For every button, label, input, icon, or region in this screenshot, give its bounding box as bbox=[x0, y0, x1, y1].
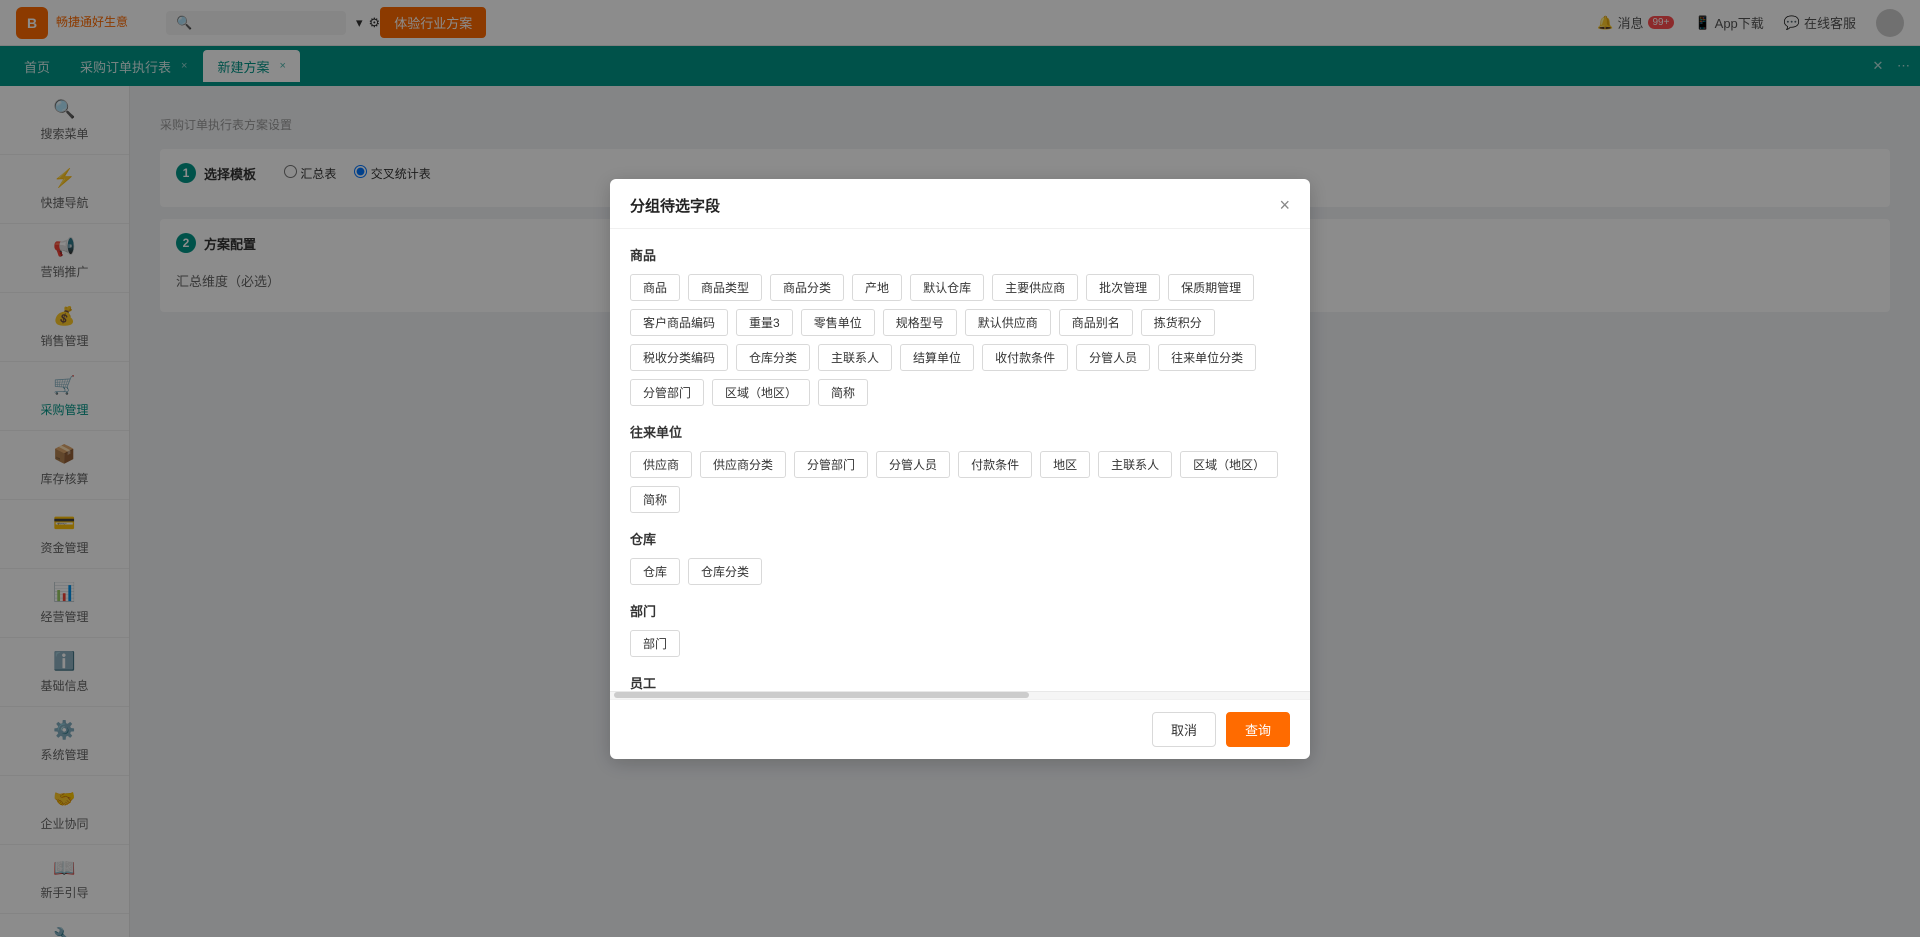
modal-overlay: 分组待选字段 × 商品 商品 商品类型 商品分类 产地 默认仓库 主要供应商 批… bbox=[0, 0, 1920, 937]
confirm-button[interactable]: 查询 bbox=[1226, 712, 1290, 747]
field-tag[interactable]: 往来单位分类 bbox=[1158, 344, 1256, 371]
section-department: 部门 部门 bbox=[630, 601, 1290, 657]
modal-body: 商品 商品 商品类型 商品分类 产地 默认仓库 主要供应商 批次管理 保质期管理… bbox=[610, 229, 1310, 692]
field-tag[interactable]: 结算单位 bbox=[900, 344, 974, 371]
field-tag[interactable]: 商品分类 bbox=[770, 274, 844, 301]
field-tag[interactable]: 分管部门 bbox=[630, 379, 704, 406]
field-tag[interactable]: 部门 bbox=[630, 630, 680, 657]
field-tag[interactable]: 默认供应商 bbox=[965, 309, 1051, 336]
field-tag[interactable]: 收付款条件 bbox=[982, 344, 1068, 371]
section-goods-title: 商品 bbox=[630, 245, 1290, 264]
section-department-tags: 部门 bbox=[630, 630, 1290, 657]
modal-header: 分组待选字段 × bbox=[610, 179, 1310, 229]
field-tag[interactable]: 主联系人 bbox=[818, 344, 892, 371]
section-employee-title: 员工 bbox=[630, 673, 1290, 692]
cancel-button[interactable]: 取消 bbox=[1152, 712, 1216, 747]
field-tag[interactable]: 仓库分类 bbox=[688, 558, 762, 585]
field-tag[interactable]: 仓库分类 bbox=[736, 344, 810, 371]
modal-dialog: 分组待选字段 × 商品 商品 商品类型 商品分类 产地 默认仓库 主要供应商 批… bbox=[610, 179, 1310, 759]
section-goods: 商品 商品 商品类型 商品分类 产地 默认仓库 主要供应商 批次管理 保质期管理… bbox=[630, 245, 1290, 406]
field-tag[interactable]: 地区 bbox=[1040, 451, 1090, 478]
section-partner-tags: 供应商 供应商分类 分管部门 分管人员 付款条件 地区 主联系人 区域（地区） … bbox=[630, 451, 1290, 513]
field-tag[interactable]: 分管部门 bbox=[794, 451, 868, 478]
field-tag[interactable]: 商品类型 bbox=[688, 274, 762, 301]
field-tag[interactable]: 商品别名 bbox=[1059, 309, 1133, 336]
field-tag[interactable]: 产地 bbox=[852, 274, 902, 301]
field-tag[interactable]: 规格型号 bbox=[883, 309, 957, 336]
field-tag[interactable]: 重量3 bbox=[736, 309, 793, 336]
field-tag[interactable]: 付款条件 bbox=[958, 451, 1032, 478]
section-warehouse: 仓库 仓库 仓库分类 bbox=[630, 529, 1290, 585]
field-tag[interactable]: 供应商分类 bbox=[700, 451, 786, 478]
field-tag[interactable]: 主要供应商 bbox=[992, 274, 1078, 301]
section-partner-title: 往来单位 bbox=[630, 422, 1290, 441]
field-tag[interactable]: 拣货积分 bbox=[1141, 309, 1215, 336]
field-tag[interactable]: 区域（地区） bbox=[1180, 451, 1278, 478]
modal-title: 分组待选字段 bbox=[630, 195, 720, 216]
section-warehouse-tags: 仓库 仓库分类 bbox=[630, 558, 1290, 585]
field-tag[interactable]: 默认仓库 bbox=[910, 274, 984, 301]
section-employee: 员工 业务员 bbox=[630, 673, 1290, 692]
section-warehouse-title: 仓库 bbox=[630, 529, 1290, 548]
field-tag[interactable]: 保质期管理 bbox=[1168, 274, 1254, 301]
field-tag[interactable]: 客户商品编码 bbox=[630, 309, 728, 336]
modal-close-button[interactable]: × bbox=[1279, 196, 1290, 214]
field-tag[interactable]: 简称 bbox=[818, 379, 868, 406]
modal-footer: 取消 查询 bbox=[610, 699, 1310, 759]
field-tag[interactable]: 税收分类编码 bbox=[630, 344, 728, 371]
field-tag[interactable]: 简称 bbox=[630, 486, 680, 513]
section-goods-tags: 商品 商品类型 商品分类 产地 默认仓库 主要供应商 批次管理 保质期管理 客户… bbox=[630, 274, 1290, 406]
scrollbar-thumb bbox=[614, 692, 1029, 698]
section-department-title: 部门 bbox=[630, 601, 1290, 620]
field-tag[interactable]: 分管人员 bbox=[876, 451, 950, 478]
field-tag[interactable]: 批次管理 bbox=[1086, 274, 1160, 301]
field-tag[interactable]: 分管人员 bbox=[1076, 344, 1150, 371]
field-tag[interactable]: 仓库 bbox=[630, 558, 680, 585]
field-tag[interactable]: 区域（地区） bbox=[712, 379, 810, 406]
field-tag[interactable]: 零售单位 bbox=[801, 309, 875, 336]
section-partner: 往来单位 供应商 供应商分类 分管部门 分管人员 付款条件 地区 主联系人 区域… bbox=[630, 422, 1290, 513]
field-tag[interactable]: 供应商 bbox=[630, 451, 692, 478]
field-tag[interactable]: 主联系人 bbox=[1098, 451, 1172, 478]
field-tag[interactable]: 商品 bbox=[630, 274, 680, 301]
modal-horizontal-scrollbar[interactable] bbox=[610, 691, 1310, 698]
